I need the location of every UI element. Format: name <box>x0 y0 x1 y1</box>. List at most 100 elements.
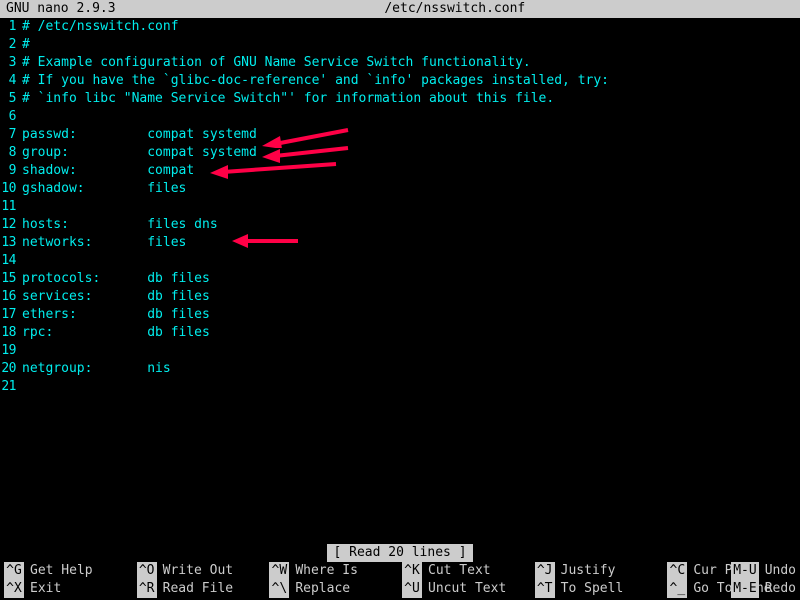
comment-text: # Example configuration of GNU Name Serv… <box>22 54 531 72</box>
line-number: 13 <box>0 234 22 252</box>
editor-line[interactable]: 3# Example configuration of GNU Name Ser… <box>0 54 800 72</box>
title-bar: GNU nano 2.9.3 /etc/nsswitch.conf <box>0 0 800 18</box>
line-number: 6 <box>0 108 22 126</box>
help-entry[interactable]: ^O Write Out <box>137 562 266 580</box>
config-entry: ethers: db files <box>22 306 210 324</box>
line-number: 1 <box>0 18 22 36</box>
line-number: 2 <box>0 36 22 54</box>
config-entry: shadow: compat <box>22 162 194 180</box>
line-number: 9 <box>0 162 22 180</box>
editor-line[interactable]: 20netgroup: nis <box>0 360 800 378</box>
config-entry: hosts: files dns <box>22 216 218 234</box>
help-key: ^C <box>667 562 687 580</box>
help-label: Uncut Text <box>428 580 506 598</box>
help-undo[interactable]: M-U Undo <box>731 562 796 580</box>
help-label: Justify <box>561 562 616 580</box>
editor-line[interactable]: 11 <box>0 198 800 216</box>
comment-text: # <box>22 36 30 54</box>
editor-line[interactable]: 1# /etc/nsswitch.conf <box>0 18 800 36</box>
help-label: To Spell <box>561 580 624 598</box>
editor-line[interactable]: 5# `info libc "Name Service Switch"' for… <box>0 90 800 108</box>
help-key: M-E <box>731 580 758 598</box>
editor-line[interactable]: 7passwd: compat systemd <box>0 126 800 144</box>
help-key: ^X <box>4 580 24 598</box>
help-entry[interactable]: ^\ Replace <box>269 580 398 598</box>
line-number: 17 <box>0 306 22 324</box>
line-number: 4 <box>0 72 22 90</box>
help-key: ^K <box>402 562 422 580</box>
editor-line[interactable]: 12hosts: files dns <box>0 216 800 234</box>
line-number: 21 <box>0 378 22 396</box>
help-entry[interactable]: ^K Cut Text <box>402 562 531 580</box>
editor-line[interactable]: 6 <box>0 108 800 126</box>
line-number: 18 <box>0 324 22 342</box>
line-number: 19 <box>0 342 22 360</box>
editor-line[interactable]: 21 <box>0 378 800 396</box>
comment-text: # /etc/nsswitch.conf <box>22 18 179 36</box>
config-entry: services: db files <box>22 288 210 306</box>
help-key: ^O <box>137 562 157 580</box>
help-entry[interactable]: ^G Get Help <box>4 562 133 580</box>
editor-line[interactable]: 9shadow: compat <box>0 162 800 180</box>
help-entry[interactable]: ^R Read File <box>137 580 266 598</box>
help-label: Read File <box>163 580 233 598</box>
help-extra: M-U Undo M-E Redo <box>731 562 796 598</box>
editor-line[interactable]: 17ethers: db files <box>0 306 800 324</box>
config-entry: netgroup: nis <box>22 360 171 378</box>
help-key: ^R <box>137 580 157 598</box>
help-entry[interactable]: ^J Justify <box>535 562 664 580</box>
help-key: ^T <box>535 580 555 598</box>
editor-line[interactable]: 4# If you have the `glibc-doc-reference'… <box>0 72 800 90</box>
editor-line[interactable]: 15protocols: db files <box>0 270 800 288</box>
help-label: Replace <box>295 580 350 598</box>
config-entry: group: compat systemd <box>22 144 257 162</box>
line-number: 12 <box>0 216 22 234</box>
line-number: 20 <box>0 360 22 378</box>
editor-line[interactable]: 8group: compat systemd <box>0 144 800 162</box>
config-entry: protocols: db files <box>22 270 210 288</box>
help-redo[interactable]: M-E Redo <box>731 580 796 598</box>
config-entry: rpc: db files <box>22 324 210 342</box>
status-bar: [ Read 20 lines ] <box>0 544 800 562</box>
editor-line[interactable]: 2# <box>0 36 800 54</box>
editor-line[interactable]: 10gshadow: files <box>0 180 800 198</box>
help-label: Write Out <box>163 562 233 580</box>
editor-line[interactable]: 18rpc: db files <box>0 324 800 342</box>
config-entry: gshadow: files <box>22 180 186 198</box>
help-key: ^\ <box>269 580 289 598</box>
help-key: ^J <box>535 562 555 580</box>
editor-area[interactable]: 1# /etc/nsswitch.conf2#3# Example config… <box>0 18 800 396</box>
help-label: Cut Text <box>428 562 491 580</box>
help-label: Undo <box>765 562 796 580</box>
comment-text: # If you have the `glibc-doc-reference' … <box>22 72 609 90</box>
help-entry[interactable]: ^U Uncut Text <box>402 580 531 598</box>
help-label: Where Is <box>295 562 358 580</box>
help-key: M-U <box>731 562 758 580</box>
editor-line[interactable]: 16services: db files <box>0 288 800 306</box>
help-key: ^U <box>402 580 422 598</box>
help-label: Get Help <box>30 562 93 580</box>
line-number: 11 <box>0 198 22 216</box>
help-entry[interactable]: ^X Exit <box>4 580 133 598</box>
line-number: 7 <box>0 126 22 144</box>
line-number: 10 <box>0 180 22 198</box>
help-entry[interactable]: ^T To Spell <box>535 580 664 598</box>
line-number: 16 <box>0 288 22 306</box>
line-number: 8 <box>0 144 22 162</box>
line-number: 15 <box>0 270 22 288</box>
editor-line[interactable]: 14 <box>0 252 800 270</box>
help-label: Exit <box>30 580 61 598</box>
line-number: 14 <box>0 252 22 270</box>
help-bar: ^G Get Help ^O Write Out ^WWhere Is^K Cut Tex… <box>4 562 796 598</box>
editor-line[interactable]: 19 <box>0 342 800 360</box>
file-path: /etc/nsswitch.conf <box>384 0 525 18</box>
help-entry[interactable]: ^WWhere Is <box>269 562 398 580</box>
editor-line[interactable]: 13networks: files <box>0 234 800 252</box>
help-key: ^_ <box>667 580 687 598</box>
app-version: GNU nano 2.9.3 <box>6 0 116 18</box>
help-key: ^G <box>4 562 24 580</box>
line-number: 3 <box>0 54 22 72</box>
config-entry: passwd: compat systemd <box>22 126 257 144</box>
line-number: 5 <box>0 90 22 108</box>
config-entry: networks: files <box>22 234 186 252</box>
